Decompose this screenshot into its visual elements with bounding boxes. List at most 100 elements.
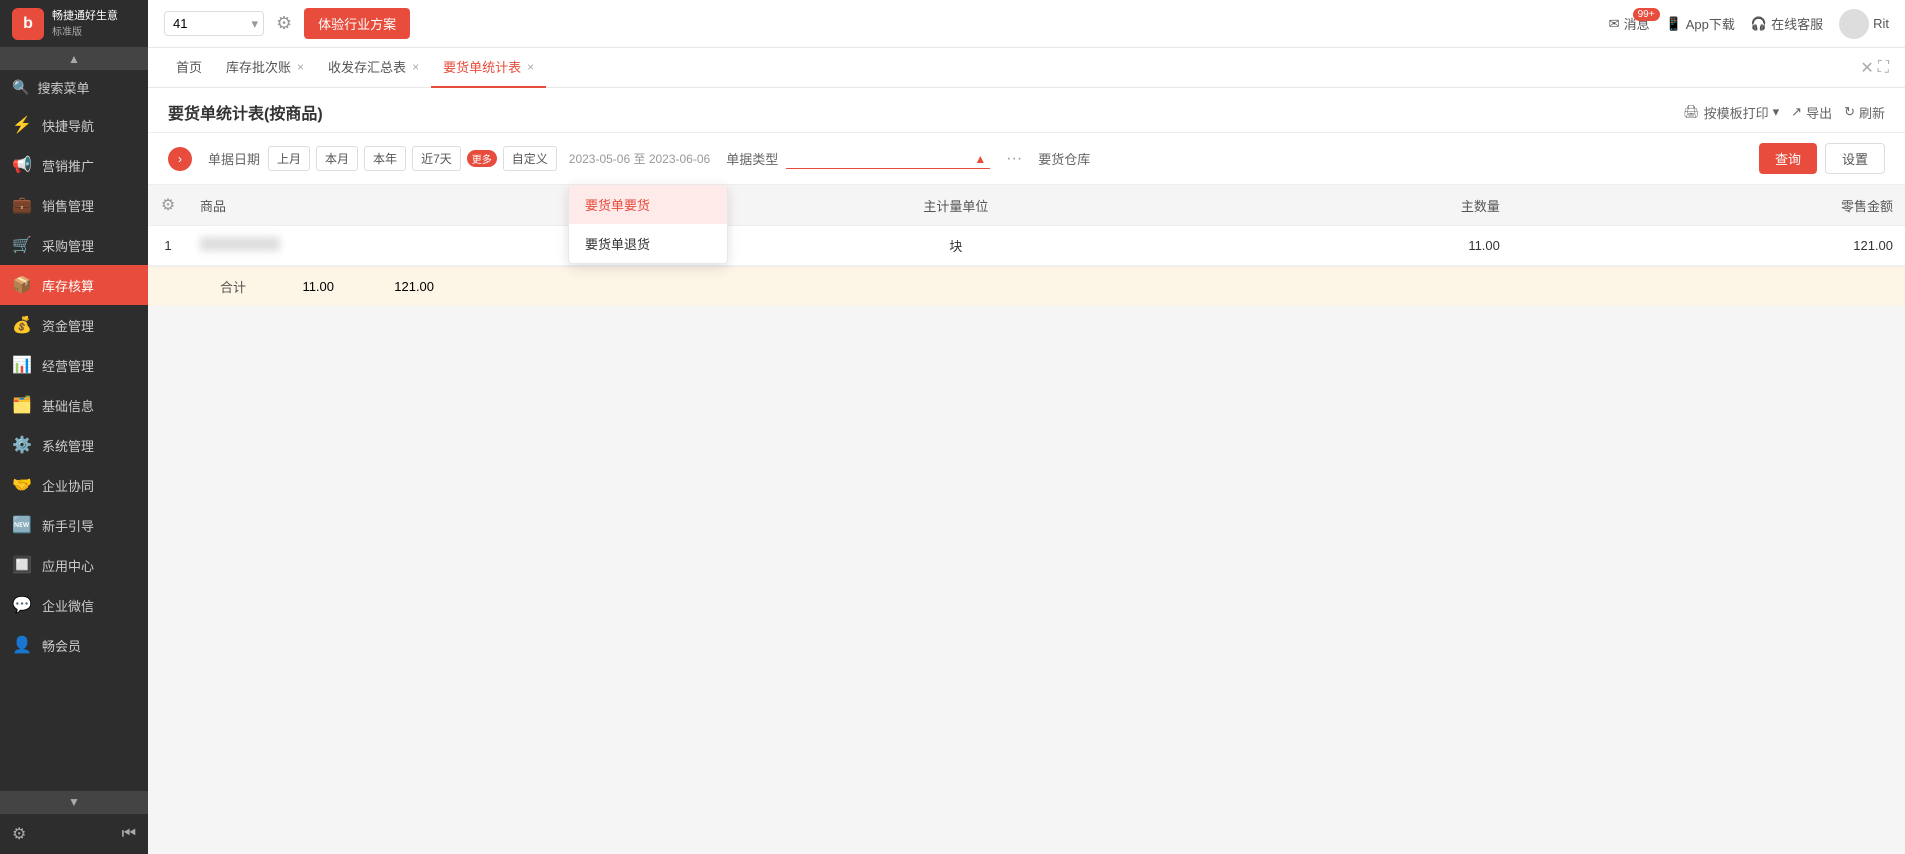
date-btn-this-month[interactable]: 本月	[316, 146, 358, 171]
sidebar-item-finance[interactable]: 💰 资金管理	[0, 305, 148, 345]
date-range: 2023-05-06 至 2023-06-06	[569, 150, 710, 167]
query-button[interactable]: 查询	[1759, 143, 1817, 174]
cell-unit: 块	[726, 226, 1186, 266]
app-download-item[interactable]: 📱 App下载	[1666, 14, 1735, 33]
filter-settings-button[interactable]: 设置	[1825, 143, 1885, 174]
sidebar-item-label: 企业微信	[42, 596, 94, 615]
sidebar-scroll-up[interactable]: ▲	[0, 48, 148, 70]
tab-receive-summary-close[interactable]: ×	[412, 60, 419, 74]
sidebar-bottom: ⚙ ⏮	[0, 813, 148, 854]
sidebar-search[interactable]: 🔍 搜索菜单	[0, 70, 148, 105]
tab-requisition-stats-close[interactable]: ×	[527, 60, 534, 74]
tabs-expand-icon[interactable]: ⛶	[1878, 59, 1889, 77]
date-buttons: 上月 本月 本年 近7天 更多 自定义	[268, 146, 557, 171]
print-btn[interactable]: 🖨 按模板打印 ▾	[1683, 103, 1779, 122]
settings-icon[interactable]: ⚙	[12, 824, 26, 844]
cell-sale-amount: 121.00	[1512, 226, 1905, 266]
sidebar-item-label: 畅会员	[42, 636, 81, 655]
sidebar-scroll-down[interactable]: ▼	[0, 791, 148, 813]
page-content: 要货单统计表(按商品) 🖨 按模板打印 ▾ ↗ 导出 ↻ 刷新 ›	[148, 88, 1905, 854]
member-icon: 👤	[12, 635, 32, 655]
table-row: 1 块 11.00 121.00	[148, 226, 1905, 266]
type-filter-input[interactable]	[786, 149, 990, 169]
dropdown-item-requisition-order[interactable]: 要货单要货	[569, 185, 727, 224]
sidebar-item-inventory[interactable]: 📦 库存核算	[0, 265, 148, 305]
sidebar-item-enterprise[interactable]: 🤝 企业协同	[0, 465, 148, 505]
online-service-item[interactable]: 🎧 在线客服	[1751, 14, 1823, 33]
sidebar-item-label: 系统管理	[42, 436, 94, 455]
topbar: 41 ⚙ 体验行业方案 ✉ 消息 99+ 📱 App下载 🎧 在线客服 Ri	[148, 0, 1905, 48]
quick-nav-icon: ⚡	[12, 115, 32, 135]
avatar-name: Rit	[1873, 16, 1889, 31]
refresh-icon: ↻	[1844, 104, 1855, 120]
tab-inventory-batch-close[interactable]: ×	[297, 60, 304, 74]
purchase-icon: 🛒	[12, 235, 32, 255]
sidebar-item-label: 企业协同	[42, 476, 94, 495]
tab-receive-summary[interactable]: 收发存汇总表 ×	[316, 48, 431, 88]
inventory-icon: 📦	[12, 275, 32, 295]
footer-label: 合计	[220, 277, 246, 296]
date-btn-custom[interactable]: 自定义	[503, 146, 557, 171]
refresh-btn[interactable]: ↻ 刷新	[1844, 103, 1885, 122]
messages-badge: 99+	[1633, 8, 1660, 21]
app-download-icon: 📱	[1666, 16, 1682, 32]
system-icon: ⚙️	[12, 435, 32, 455]
messages-item[interactable]: ✉ 消息 99+	[1609, 14, 1650, 33]
table-settings-icon[interactable]: ⚙	[161, 197, 175, 214]
trial-button[interactable]: 体验行业方案	[304, 8, 410, 39]
date-btn-last-7-days[interactable]: 近7天	[412, 146, 461, 171]
sidebar-item-app-center[interactable]: 🔲 应用中心	[0, 545, 148, 585]
tabs-bar: 首页 库存批次账 × 收发存汇总表 × 要货单统计表 × ✕ ⛶	[148, 48, 1905, 88]
export-btn[interactable]: ↗ 导出	[1791, 103, 1832, 122]
sidebar-item-label: 新手引导	[42, 516, 94, 535]
warehouse-filter-group: 要货仓库	[1038, 149, 1090, 168]
topbar-settings-icon[interactable]: ⚙	[276, 13, 292, 34]
sidebar-item-basic-info[interactable]: 🗂️ 基础信息	[0, 385, 148, 425]
refresh-label: 刷新	[1859, 103, 1885, 122]
tabs-close-all-icon[interactable]: ✕	[1860, 58, 1873, 78]
collapse-icon[interactable]: ⏮	[122, 825, 136, 843]
export-icon: ↗	[1791, 104, 1802, 120]
page-header: 要货单统计表(按商品) 🖨 按模板打印 ▾ ↗ 导出 ↻ 刷新	[148, 88, 1905, 133]
sidebar-item-label: 经营管理	[42, 356, 94, 375]
online-service-label: 在线客服	[1771, 14, 1823, 33]
table-wrap: ⚙ 商品 主计量单位 主数量 零售金额 1 块	[148, 185, 1905, 266]
footer-sale-amount: 121.00	[346, 279, 446, 294]
tab-home[interactable]: 首页	[164, 48, 214, 88]
sidebar-item-purchase[interactable]: 🛒 采购管理	[0, 225, 148, 265]
messages-icon: ✉	[1609, 16, 1620, 32]
dropdown-item-requisition-return[interactable]: 要货单退货	[569, 224, 727, 263]
col-settings: ⚙	[148, 185, 188, 226]
company-select[interactable]: 41	[164, 11, 264, 36]
basic-info-icon: 🗂️	[12, 395, 32, 415]
sidebar-item-label: 营销推广	[42, 156, 94, 175]
sidebar-item-marketing[interactable]: 📢 营销推广	[0, 145, 148, 185]
sidebar: b 畅捷通好生意 标准版 ▲ 🔍 搜索菜单 ⚡ 快捷导航 📢 营销推广 💼 销售…	[0, 0, 148, 854]
tab-requisition-stats[interactable]: 要货单统计表 ×	[431, 48, 546, 88]
date-more-badge[interactable]: 更多	[467, 150, 497, 167]
print-label: 按模板打印	[1704, 103, 1769, 122]
type-filter-arrow[interactable]: ▲	[974, 152, 986, 166]
sidebar-item-guide[interactable]: 🆕 新手引导	[0, 505, 148, 545]
sidebar-item-quick-nav[interactable]: ⚡ 快捷导航	[0, 105, 148, 145]
tab-inventory-batch[interactable]: 库存批次账 ×	[214, 48, 316, 88]
cell-qty: 11.00	[1186, 226, 1512, 266]
sidebar-item-member[interactable]: 👤 畅会员	[0, 625, 148, 665]
company-select-wrap: 41	[164, 11, 264, 36]
type-filter-label: 单据类型	[726, 149, 778, 168]
filter-expand-btn[interactable]: ›	[168, 147, 192, 171]
sidebar-item-operations[interactable]: 📊 经营管理	[0, 345, 148, 385]
col-qty: 主数量	[1186, 185, 1512, 226]
sidebar-item-wechat[interactable]: 💬 企业微信	[0, 585, 148, 625]
sidebar-item-sales[interactable]: 💼 销售管理	[0, 185, 148, 225]
avatar-item[interactable]: Rit	[1839, 9, 1889, 39]
tab-inventory-batch-label: 库存批次账	[226, 57, 291, 76]
online-service-icon: 🎧	[1751, 16, 1767, 32]
date-btn-this-year[interactable]: 本年	[364, 146, 406, 171]
sidebar-item-system[interactable]: ⚙️ 系统管理	[0, 425, 148, 465]
filter-more-dots[interactable]: ···	[1006, 150, 1022, 168]
print-dropdown-icon: ▾	[1773, 104, 1780, 120]
sidebar-item-label: 采购管理	[42, 236, 94, 255]
date-btn-last-month[interactable]: 上月	[268, 146, 310, 171]
sidebar-item-label: 基础信息	[42, 396, 94, 415]
